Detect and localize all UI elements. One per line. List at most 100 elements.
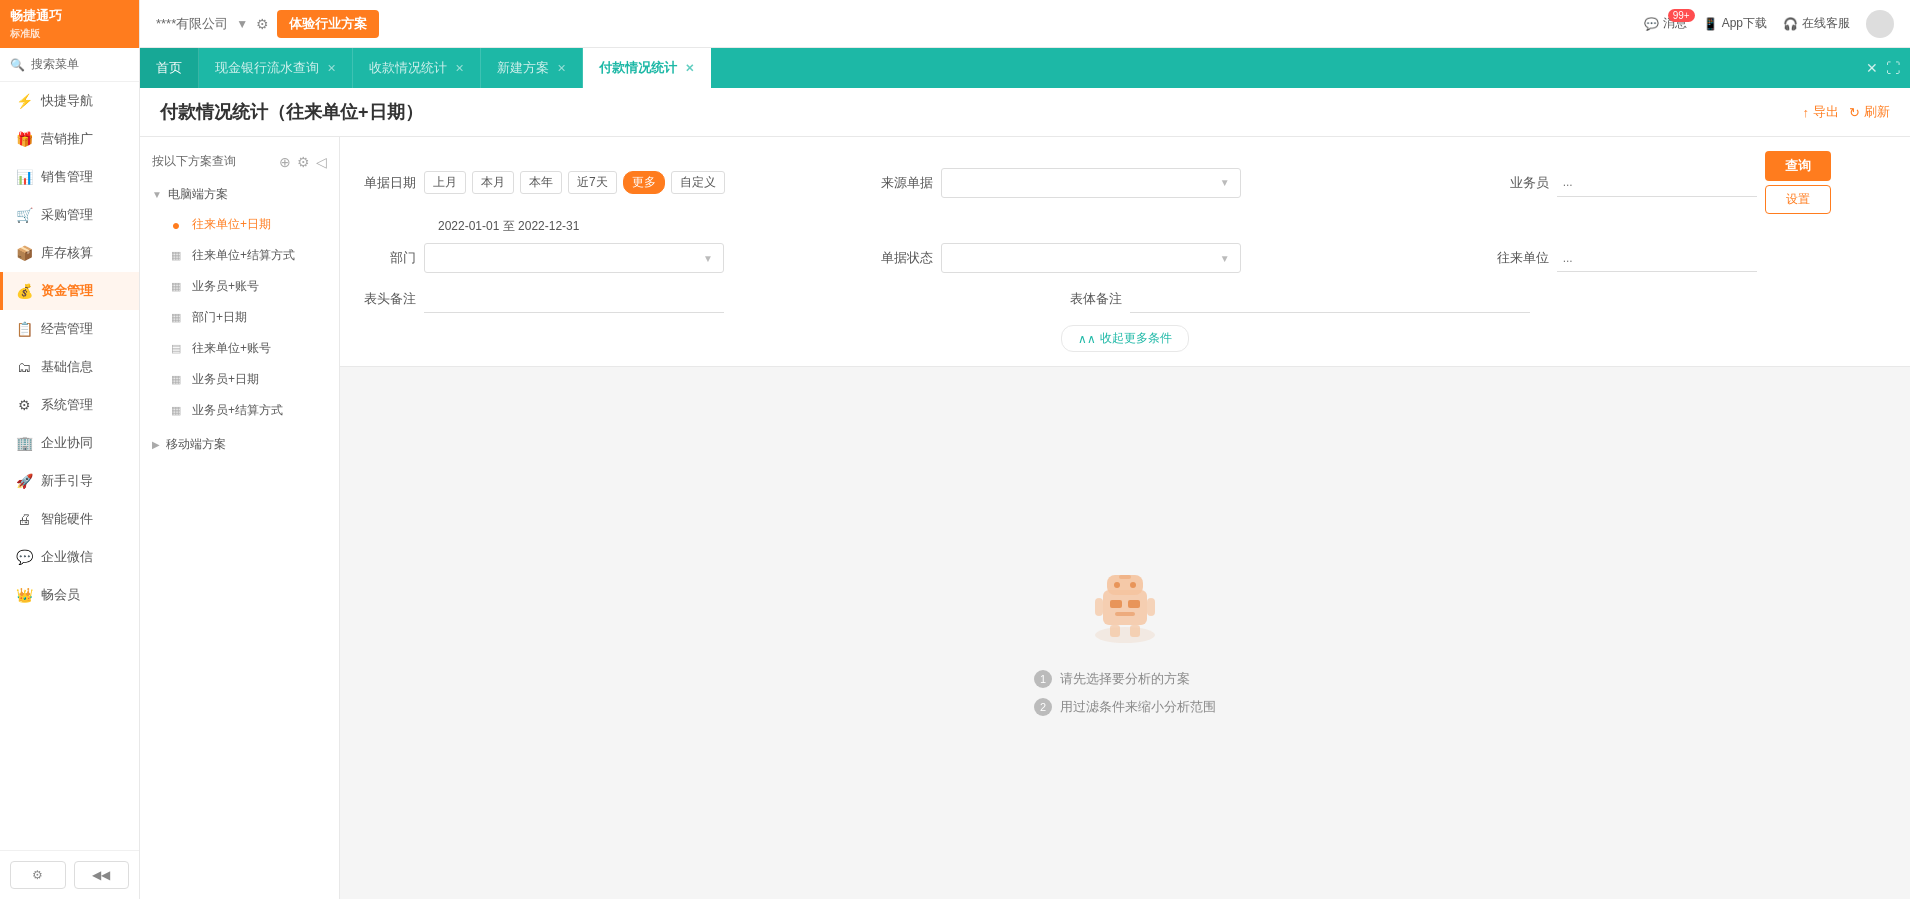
scheme-group-mobile-title[interactable]: ▶ 移动端方案: [140, 430, 339, 459]
tab-new[interactable]: 新建方案 ✕: [481, 48, 583, 88]
funds-icon: 💰: [15, 282, 33, 300]
empty-tips: 1 请先选择要分析的方案 2 用过滤条件来缩小分析范围: [1034, 670, 1216, 716]
page-header: 付款情况统计（往来单位+日期） ↑ 导出 ↻ 刷新: [140, 88, 1910, 137]
trial-btn[interactable]: 体验行业方案: [277, 10, 379, 38]
body-split: 按以下方案查询 ⊕ ⚙ ◁ ▼ 电脑端方案 ● 往来单位+日期: [140, 137, 1910, 899]
sidebar-item-marketing[interactable]: 🎁 营销推广: [0, 120, 139, 158]
msg-btn[interactable]: 💬 消息 99+: [1644, 15, 1687, 32]
scheme-group-desktop-title[interactable]: ▼ 电脑端方案: [140, 180, 339, 209]
date-this-year-btn[interactable]: 本年: [520, 171, 562, 194]
app-download-btn[interactable]: 📱 App下载: [1703, 15, 1767, 32]
sidebar-item-label: 畅会员: [41, 586, 80, 604]
staff-input[interactable]: [1557, 169, 1757, 197]
tab-receive-close[interactable]: ✕: [455, 62, 464, 75]
filter-col-source: 来源单据 ▼: [877, 168, 1473, 198]
tab-pay-close[interactable]: ✕: [685, 62, 694, 75]
status-select[interactable]: ▼: [941, 243, 1241, 273]
close-all-tabs-btn[interactable]: ✕: [1866, 60, 1878, 76]
sidebar-item-enterprise[interactable]: 🏢 企业协同: [0, 424, 139, 462]
header-note-label: 表头备注: [360, 290, 416, 308]
collapse-filter-btn[interactable]: ∧∧ 收起更多条件: [1061, 325, 1189, 352]
sidebar-item-wechat[interactable]: 💬 企业微信: [0, 538, 139, 576]
source-label: 来源单据: [877, 174, 933, 192]
tabbar: 首页 现金银行流水查询 ✕ 收款情况统计 ✕ 新建方案 ✕ 付款情况统计 ✕ ✕…: [140, 48, 1910, 88]
user-avatar[interactable]: [1866, 10, 1894, 38]
scheme-settings-btn[interactable]: ⚙: [297, 154, 310, 170]
service-btn[interactable]: 🎧 在线客服: [1783, 15, 1850, 32]
sidebar-item-purchase[interactable]: 🛒 采购管理: [0, 196, 139, 234]
system-icon: ⚙: [15, 396, 33, 414]
setting-btn[interactable]: 设置: [1765, 185, 1831, 214]
company-dropdown-btn[interactable]: ▼: [236, 17, 248, 31]
header-note-input[interactable]: [424, 285, 724, 313]
left-panel-header-actions: ⊕ ⚙ ◁: [279, 154, 327, 170]
date-last-month-btn[interactable]: 上月: [424, 171, 466, 194]
sidebar-nav: ⚡ 快捷导航 🎁 营销推广 📊 销售管理 🛒 采购管理 📦 库存核算 💰 资金管…: [0, 82, 139, 850]
sidebar-item-operations[interactable]: 📋 经营管理: [0, 310, 139, 348]
search-menu-label: 搜索菜单: [31, 56, 79, 73]
tab-new-close[interactable]: ✕: [557, 62, 566, 75]
add-scheme-btn[interactable]: ⊕: [279, 154, 291, 170]
export-btn[interactable]: ↑ 导出: [1803, 103, 1840, 121]
scheme-group-mobile-label: 移动端方案: [166, 436, 226, 453]
scheme-item-unit-account[interactable]: ▤ 往来单位+账号: [140, 333, 339, 364]
sidebar-item-inventory[interactable]: 📦 库存核算: [0, 234, 139, 272]
svg-rect-11: [1110, 625, 1120, 637]
search-menu[interactable]: 🔍 搜索菜单: [0, 48, 139, 82]
unit-input[interactable]: [1557, 244, 1757, 272]
body-note-input[interactable]: [1130, 285, 1530, 313]
tab-cash[interactable]: 现金银行流水查询 ✕: [199, 48, 353, 88]
chevron-down-icon: ▼: [152, 189, 162, 200]
chevron-up-icon: ∧∧: [1078, 332, 1096, 346]
chevron-right-icon: ▶: [152, 439, 160, 450]
tab-receive[interactable]: 收款情况统计 ✕: [353, 48, 481, 88]
scheme-item-dept-date[interactable]: ▦ 部门+日期: [140, 302, 339, 333]
dept-select[interactable]: ▼: [424, 243, 724, 273]
scheme-item-staff-account[interactable]: ▦ 业务员+账号: [140, 271, 339, 302]
tab-home[interactable]: 首页: [140, 48, 199, 88]
collapse-left-panel-btn[interactable]: ◁: [316, 154, 327, 170]
date-this-month-btn[interactable]: 本月: [472, 171, 514, 194]
tab-home-label: 首页: [156, 59, 182, 77]
settings-btn[interactable]: ⚙: [10, 861, 66, 889]
scheme-item-unit-settle[interactable]: ▦ 往来单位+结算方式: [140, 240, 339, 271]
source-select[interactable]: ▼: [941, 168, 1241, 198]
scheme-item-staff-date[interactable]: ▦ 业务员+日期: [140, 364, 339, 395]
collapse-sidebar-btn[interactable]: ◀◀: [74, 861, 130, 889]
enterprise-icon: 🏢: [15, 434, 33, 452]
sidebar-item-label: 库存核算: [41, 244, 93, 262]
chevron-down-icon: ▼: [1220, 253, 1230, 264]
sidebar-item-guide[interactable]: 🚀 新手引导: [0, 462, 139, 500]
unit-label: 往来单位: [1493, 249, 1549, 267]
sidebar-item-member[interactable]: 👑 畅会员: [0, 576, 139, 614]
expand-tabs-btn[interactable]: ⛶: [1886, 60, 1900, 76]
service-label: 在线客服: [1802, 15, 1850, 32]
svg-point-0: [1095, 627, 1155, 643]
sidebar-item-base[interactable]: 🗂 基础信息: [0, 348, 139, 386]
topbar-gear-btn[interactable]: ⚙: [256, 16, 269, 32]
empty-tip-1-text: 请先选择要分析的方案: [1060, 670, 1190, 688]
sidebar-item-system[interactable]: ⚙ 系统管理: [0, 386, 139, 424]
sidebar-item-quicknav[interactable]: ⚡ 快捷导航: [0, 82, 139, 120]
sidebar-item-label: 基础信息: [41, 358, 93, 376]
tab-cash-close[interactable]: ✕: [327, 62, 336, 75]
scheme-item-label: 往来单位+日期: [192, 216, 271, 233]
scheme-item-staff-settle[interactable]: ▦ 业务员+结算方式: [140, 395, 339, 426]
scheme-item-label: 部门+日期: [192, 309, 247, 326]
query-btn[interactable]: 查询: [1765, 151, 1831, 181]
sidebar-item-hardware[interactable]: 🖨 智能硬件: [0, 500, 139, 538]
refresh-btn[interactable]: ↻ 刷新: [1849, 103, 1890, 121]
date-more-btn[interactable]: 更多: [623, 171, 665, 194]
date-range-display: 2022-01-01 至 2022-12-31: [360, 218, 1890, 235]
quicknav-icon: ⚡: [15, 92, 33, 110]
sidebar-item-label: 新手引导: [41, 472, 93, 490]
tab-cash-label: 现金银行流水查询: [215, 59, 319, 77]
date-last7-btn[interactable]: 近7天: [568, 171, 617, 194]
sidebar-item-sales[interactable]: 📊 销售管理: [0, 158, 139, 196]
scheme-item-unit-date[interactable]: ● 往来单位+日期: [140, 209, 339, 240]
date-custom-btn[interactable]: 自定义: [671, 171, 725, 194]
tab-pay[interactable]: 付款情况统计 ✕: [583, 48, 711, 88]
company-name: ****有限公司: [156, 15, 228, 33]
content-area: 付款情况统计（往来单位+日期） ↑ 导出 ↻ 刷新 按以下方案查询 ⊕: [140, 88, 1910, 899]
sidebar-item-funds[interactable]: 💰 资金管理: [0, 272, 139, 310]
